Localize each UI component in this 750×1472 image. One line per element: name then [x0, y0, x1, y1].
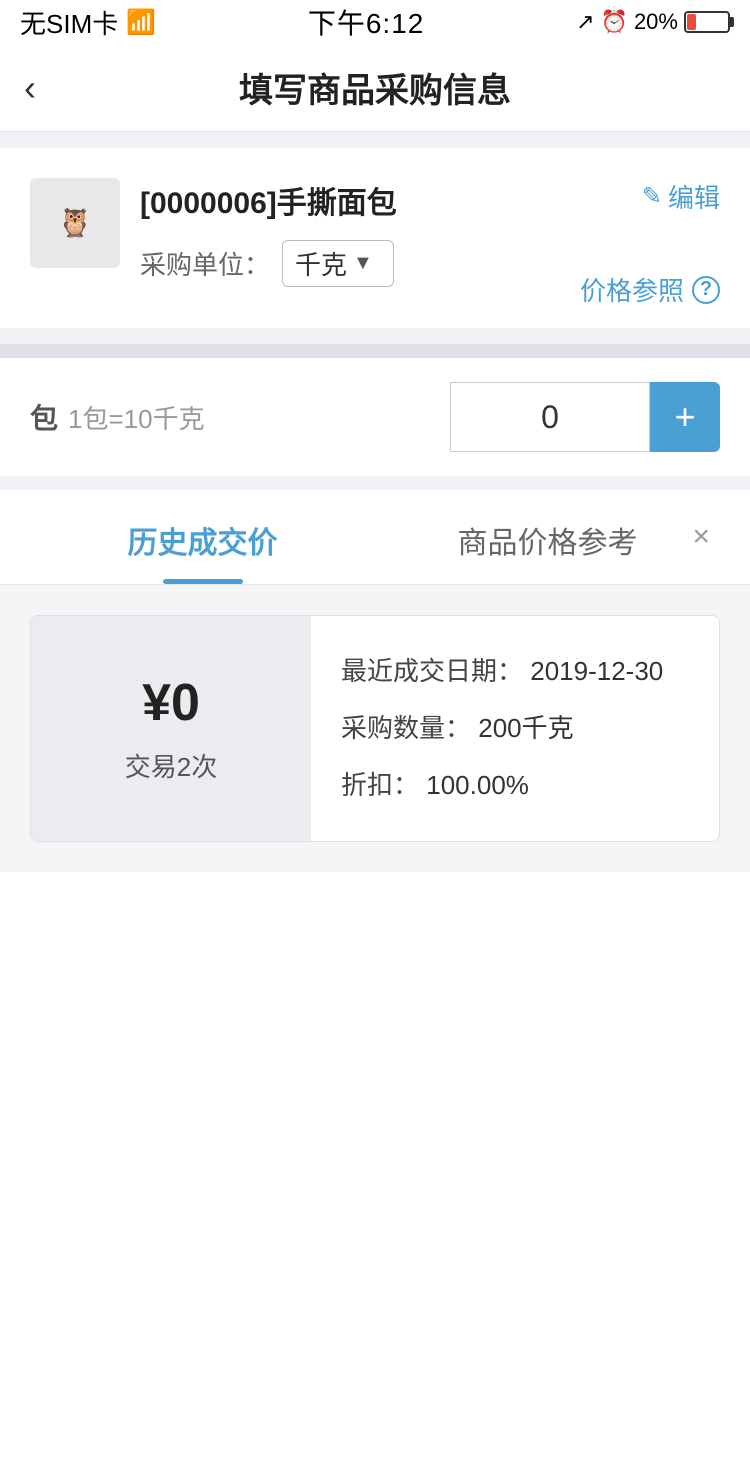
history-price-col: ¥0 交易2次: [31, 616, 311, 841]
quantity-plus-button[interactable]: +: [650, 382, 720, 452]
history-trade-count: 交易2次: [125, 747, 217, 784]
recent-date-value: 2019-12-30: [530, 656, 663, 686]
history-discount-row: 折扣： 100.00%: [341, 766, 689, 805]
recent-date-label: 最近成交日期：: [341, 656, 523, 686]
product-top-row: 🦉 [0000006]手撕面包 采购单位： 千克 ▼ ✎ 编辑 价格参照: [30, 178, 720, 308]
history-card: ¥0 交易2次 最近成交日期： 2019-12-30 采购数量： 200千克 折…: [30, 615, 720, 842]
battery-percent: 20%: [634, 9, 678, 35]
unit-icon: 包: [30, 397, 58, 437]
unit-info: 包 1包=10千克: [30, 397, 205, 437]
tab-history-price[interactable]: 历史成交价: [30, 490, 375, 584]
tab-panel: 历史成交价 商品价格参考 × ¥0 交易2次 最近成交日期： 2019-12-3…: [0, 490, 750, 872]
edit-button[interactable]: ✎ 编辑: [642, 178, 720, 215]
unit-label: 采购单位：: [140, 245, 270, 282]
alarm-icon: ⏰: [601, 9, 628, 35]
battery-icon: [684, 11, 730, 33]
price-ref-label: 价格参照: [580, 271, 684, 308]
quantity-row: 包 1包=10千克 0 +: [0, 358, 750, 476]
purchase-qty-value: 200千克: [478, 713, 573, 743]
status-bar: 无SIM卡 📶 下午6:12 ↗ ⏰ 20%: [0, 0, 750, 44]
price-ref-help-icon[interactable]: ?: [692, 276, 720, 304]
status-right: ↗ ⏰ 20%: [576, 9, 730, 35]
history-price-value: ¥0: [142, 673, 200, 733]
tab-price-reference[interactable]: 商品价格参考: [375, 490, 720, 584]
location-icon: ↗: [576, 9, 594, 35]
product-name: [0000006]手撕面包: [140, 178, 397, 222]
product-thumbnail: 🦉: [30, 178, 120, 268]
time-display: 下午6:12: [308, 2, 425, 42]
page-title: 填写商品采购信息: [239, 63, 511, 112]
product-card: 🦉 [0000006]手撕面包 采购单位： 千克 ▼ ✎ 编辑 价格参照: [0, 148, 750, 328]
plus-icon: +: [674, 396, 695, 438]
quantity-input[interactable]: 0: [450, 382, 650, 452]
quantity-value: 0: [541, 399, 559, 436]
history-purchase-qty-row: 采购数量： 200千克: [341, 709, 689, 748]
edit-label: 编辑: [668, 178, 720, 215]
status-left: 无SIM卡 📶: [20, 4, 156, 41]
divider-bar: [0, 344, 750, 358]
tab-history-label: 历史成交价: [128, 527, 278, 560]
page-header: ‹ 填写商品采购信息: [0, 44, 750, 132]
history-detail-col: 最近成交日期： 2019-12-30 采购数量： 200千克 折扣： 100.0…: [311, 616, 719, 841]
unit-conversion: 1包=10千克: [68, 399, 205, 436]
unit-select-dropdown[interactable]: 千克 ▼: [282, 240, 394, 287]
signal-text: 无SIM卡: [20, 4, 118, 41]
discount-label: 折扣：: [341, 770, 419, 800]
history-content: ¥0 交易2次 最近成交日期： 2019-12-30 采购数量： 200千克 折…: [0, 585, 750, 872]
back-button[interactable]: ‹: [24, 67, 36, 109]
tab-price-ref-label: 商品价格参考: [458, 527, 638, 560]
discount-value: 100.00%: [426, 770, 529, 800]
tab-close-button[interactable]: ×: [682, 510, 720, 564]
battery-fill: [687, 14, 696, 30]
chevron-down-icon: ▼: [353, 252, 373, 275]
bottom-area: [0, 872, 750, 1472]
price-ref-row[interactable]: 价格参照 ?: [580, 271, 720, 308]
purchase-unit-row: 采购单位： 千克 ▼: [140, 240, 397, 287]
unit-value: 千克: [295, 245, 347, 282]
product-info: [0000006]手撕面包 采购单位： 千克 ▼: [140, 178, 397, 287]
purchase-qty-label: 采购数量：: [341, 713, 471, 743]
history-recent-date-row: 最近成交日期： 2019-12-30: [341, 652, 689, 691]
quantity-controls: 0 +: [450, 382, 720, 452]
edit-icon: ✎: [642, 182, 662, 211]
tab-header: 历史成交价 商品价格参考 ×: [0, 490, 750, 585]
wifi-icon: 📶: [126, 8, 156, 37]
product-logo-icon: 🦉: [58, 209, 93, 237]
product-left: 🦉 [0000006]手撕面包 采购单位： 千克 ▼: [30, 178, 397, 287]
